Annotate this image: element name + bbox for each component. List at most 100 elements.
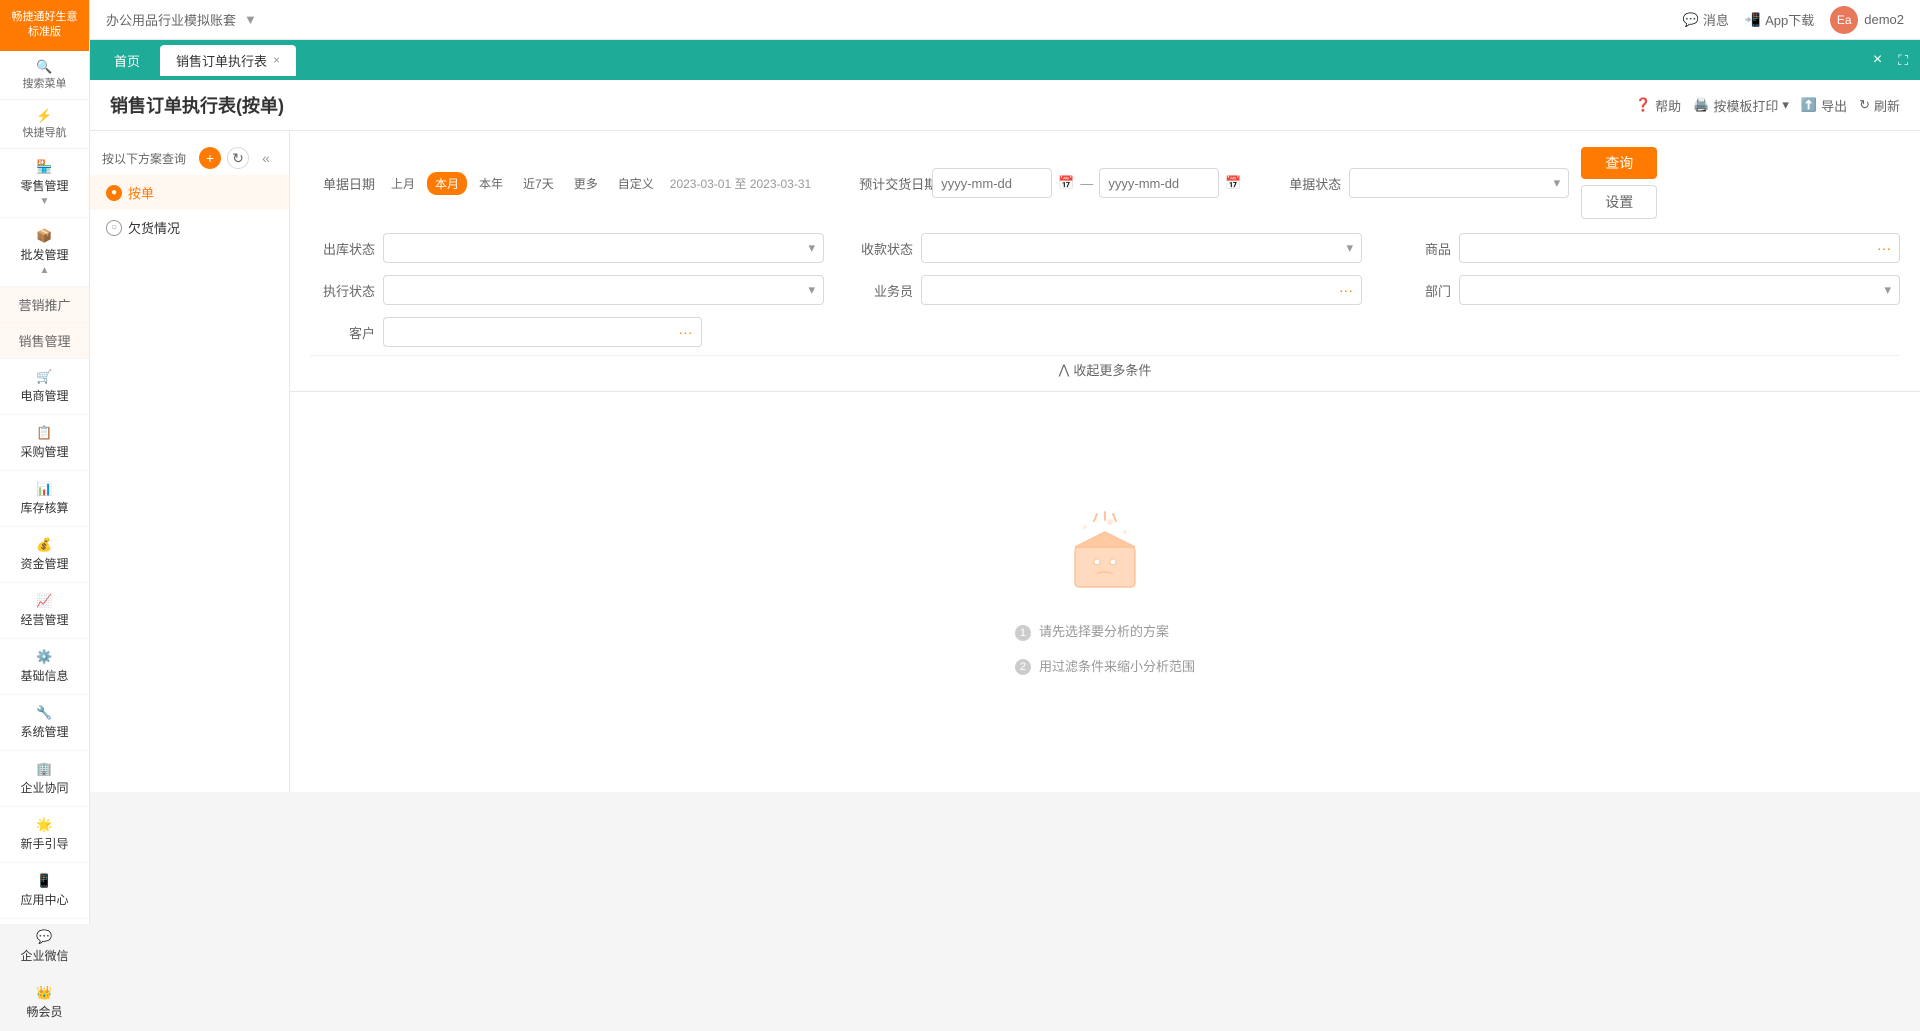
scheme-item-shortage[interactable]: ○ 欠货情况	[90, 210, 289, 245]
collapse-text: 收起更多条件	[1073, 360, 1151, 379]
date-tab-more[interactable]: 更多	[566, 172, 606, 195]
date-tab-current-year[interactable]: 本年	[471, 172, 511, 195]
tab-sales-order-label: 销售订单执行表	[176, 51, 267, 70]
quick-label: 快捷导航	[6, 124, 83, 140]
customer-field: 客户 ···	[310, 317, 702, 347]
sidebar-item-apps[interactable]: 📱 应用中心	[0, 863, 89, 919]
date-to-cal-icon[interactable]: 📅	[1225, 175, 1241, 191]
sidebar-logo[interactable]: 畅捷通好生意 标准版	[0, 0, 89, 51]
sidebar-item-operations[interactable]: 📈 经营管理	[0, 583, 89, 639]
date-tab-custom[interactable]: 自定义	[610, 172, 662, 195]
main-area: 办公用品行业模拟账套 ▼ 💬 消息 📲 App下载 Ea demo2 首页 销售…	[90, 0, 1920, 924]
date-tab-current-month[interactable]: 本月	[427, 172, 467, 195]
sidebar-search[interactable]: 🔍 搜索菜单	[0, 51, 89, 100]
filter-grid-row2: 执行状态 ▾ 业务员 ···	[310, 275, 1900, 305]
collapse-arrow-icon: ⋀	[1059, 362, 1070, 378]
customer-more-icon[interactable]: ···	[679, 324, 693, 340]
sidebar-sub-item-sales[interactable]: 销售管理	[0, 323, 89, 359]
salesman-label: 业务员	[848, 281, 913, 300]
username-label: demo2	[1864, 12, 1904, 27]
sidebar-item-finance[interactable]: 💰 资金管理	[0, 527, 89, 583]
sidebar-quick-nav[interactable]: ⚡ 快捷导航	[0, 100, 89, 149]
status-select[interactable]: ▾	[1349, 168, 1569, 198]
goods-label: 商品	[1386, 239, 1451, 258]
date-tab-7days[interactable]: 近7天	[515, 172, 562, 195]
export-btn[interactable]: ⬆️ 导出	[1801, 96, 1847, 115]
salesman-more-icon[interactable]: ···	[1339, 282, 1353, 298]
sidebar-item-inventory[interactable]: 📊 库存核算	[0, 471, 89, 527]
sidebar-item-enterprise[interactable]: 🏢 企业协同	[0, 751, 89, 807]
window-close-btn[interactable]: ×	[1869, 47, 1886, 73]
print-arrow: ▾	[1782, 97, 1789, 113]
refresh-icon: ↻	[1859, 97, 1870, 113]
goods-more-icon[interactable]: ···	[1877, 240, 1891, 256]
collapse-row: ⋀ 收起更多条件	[310, 355, 1900, 383]
messages-btn[interactable]: 💬 消息	[1683, 10, 1729, 29]
refresh-label: 刷新	[1874, 96, 1900, 115]
dept-label: 部门	[1386, 281, 1451, 300]
scheme-item-order[interactable]: ● 按单	[90, 175, 289, 210]
empty-tip-2: 2 用过滤条件来缩小分析范围	[1015, 653, 1195, 682]
finance-icon: 💰	[36, 537, 52, 553]
tab-home[interactable]: 首页	[98, 45, 156, 76]
salesman-select[interactable]: ···	[921, 275, 1362, 305]
sidebar-item-retail[interactable]: 🏪 零售管理 ▼	[0, 149, 89, 218]
query-button[interactable]: 查询	[1581, 147, 1657, 179]
sidebar-item-basic[interactable]: ⚙️ 基础信息	[0, 639, 89, 695]
sidebar-item-system[interactable]: 🔧 系统管理	[0, 695, 89, 751]
expected-date-to[interactable]	[1099, 168, 1219, 198]
apps-icon: 📱	[36, 873, 52, 889]
inventory-icon: 📊	[36, 481, 52, 497]
page-header: 销售订单执行表(按单) ❓ 帮助 🖨️ 按模板打印 ▾ ⬆️ 导出 ↻ 刷新	[90, 80, 1920, 131]
window-expand-btn[interactable]: ⛶	[1894, 48, 1912, 73]
out-status-select[interactable]: ▾	[383, 233, 824, 263]
expected-date-inputs: 📅 — 📅	[932, 168, 1252, 198]
purchase-icon: 📋	[36, 425, 52, 441]
tab-close-icon[interactable]: ×	[273, 53, 280, 67]
out-status-chevron: ▾	[808, 240, 815, 256]
enterprise-label: 企业协同	[20, 779, 68, 796]
help-btn[interactable]: ❓ 帮助	[1635, 96, 1681, 115]
exec-status-field: 执行状态 ▾	[310, 275, 824, 305]
date-from-cal-icon[interactable]: 📅	[1058, 175, 1074, 191]
sidebar-item-member[interactable]: 👑 畅会员	[0, 975, 89, 1031]
payment-status-select[interactable]: ▾	[921, 233, 1362, 263]
sidebar-item-newbie[interactable]: 🌟 新手引导	[0, 807, 89, 863]
empty-illustration	[1055, 502, 1155, 602]
print-btn[interactable]: 🖨️ 按模板打印 ▾	[1693, 96, 1789, 115]
member-icon: 👑	[36, 985, 52, 1001]
expected-date-label: 预计交货日期	[859, 174, 924, 193]
refresh-scheme-btn[interactable]: ↻	[227, 147, 249, 169]
expected-date-from[interactable]	[932, 168, 1052, 198]
settings-button[interactable]: 设置	[1581, 185, 1657, 219]
sidebar-item-wholesale[interactable]: 📦 批发管理 ▲	[0, 218, 89, 287]
add-scheme-btn[interactable]: +	[199, 147, 221, 169]
exec-status-select[interactable]: ▾	[383, 275, 824, 305]
refresh-btn[interactable]: ↻ 刷新	[1859, 96, 1900, 115]
user-section: Ea demo2	[1830, 6, 1904, 34]
dept-select[interactable]: ▾	[1459, 275, 1900, 305]
page-title: 销售订单执行表(按单)	[110, 92, 284, 118]
goods-select[interactable]: ···	[1459, 233, 1900, 263]
operations-icon: 📈	[36, 593, 52, 609]
collapse-btn[interactable]: ⋀ 收起更多条件	[1059, 360, 1152, 379]
app-download-btn[interactable]: 📲 App下载	[1745, 10, 1814, 29]
collapse-panel-btn[interactable]: «	[255, 147, 277, 169]
sidebar-sub-item-marketing[interactable]: 营销推广	[0, 287, 89, 323]
sidebar-item-wechat[interactable]: 💬 企业微信	[0, 919, 89, 975]
wholesale-icon: 📦	[36, 228, 52, 244]
out-status-field: 出库状态 ▾	[310, 233, 824, 263]
sidebar-sub-wholesale: 营销推广 销售管理	[0, 287, 89, 359]
dept-chevron: ▾	[1884, 282, 1891, 298]
customer-select[interactable]: ···	[383, 317, 702, 347]
scheme-item-order-label: 按单	[128, 183, 154, 202]
filter-grid-row1: 出库状态 ▾ 收款状态 ▾	[310, 233, 1900, 263]
sidebar-item-purchase[interactable]: 📋 采购管理	[0, 415, 89, 471]
download-icon: 📲	[1745, 12, 1761, 28]
tab-sales-order[interactable]: 销售订单执行表 ×	[160, 45, 296, 76]
date-tab-last-month[interactable]: 上月	[383, 172, 423, 195]
left-panel: 按以下方案查询 + ↻ « ● 按单 ○ 欠货情况	[90, 131, 290, 792]
sidebar-item-ecommerce[interactable]: 🛒 电商管理	[0, 359, 89, 415]
breadcrumb-arrow-icon[interactable]: ▼	[244, 12, 257, 27]
left-panel-actions: + ↻ «	[199, 147, 277, 169]
